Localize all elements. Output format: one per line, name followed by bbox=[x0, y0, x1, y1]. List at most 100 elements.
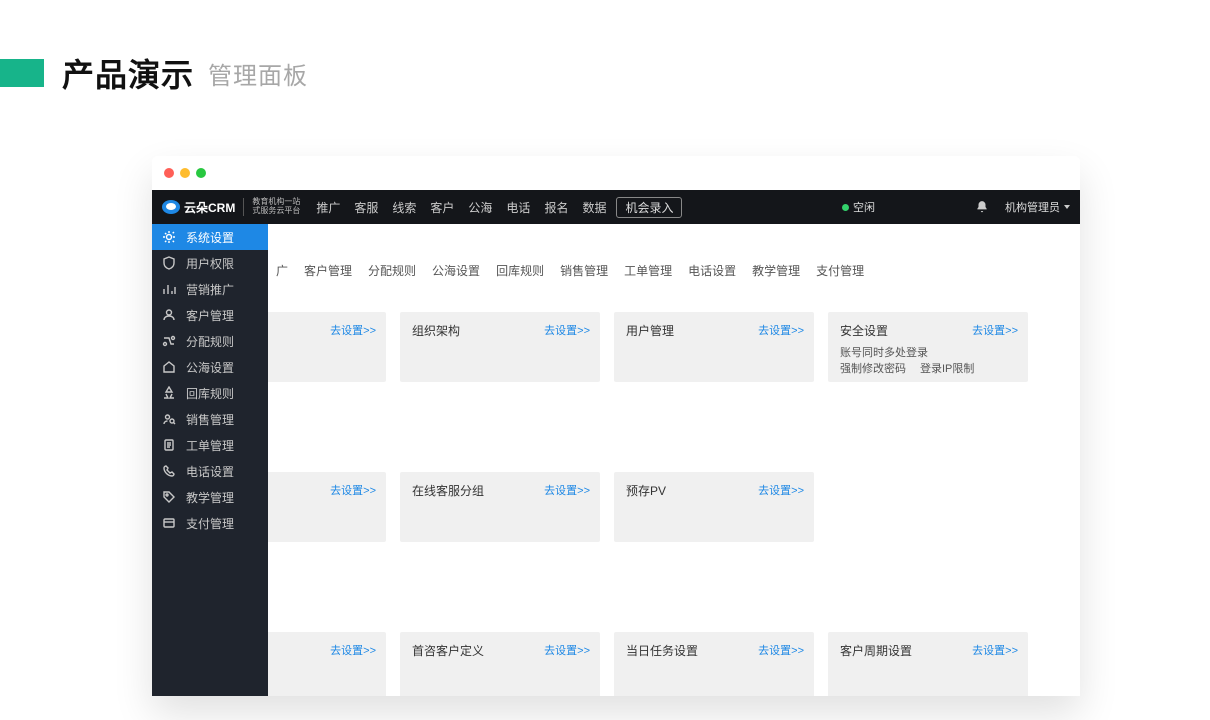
sidebar-item[interactable]: 教学管理 bbox=[152, 484, 268, 510]
logo-brand: 云朵CRM bbox=[184, 199, 235, 216]
sidebar-item[interactable]: 支付管理 bbox=[152, 510, 268, 536]
bell-icon[interactable] bbox=[975, 200, 989, 214]
title-accent-bar bbox=[0, 59, 44, 87]
sidebar-item[interactable]: 电话设置 bbox=[152, 458, 268, 484]
go-settings-link[interactable]: 去设置>> bbox=[544, 322, 590, 338]
allocate-icon bbox=[162, 334, 176, 348]
sidebar-item[interactable]: 分配规则 bbox=[152, 328, 268, 354]
window-titlebar bbox=[152, 156, 1080, 190]
go-settings-link[interactable]: 去设置>> bbox=[758, 322, 804, 338]
tab[interactable]: 教学管理 bbox=[744, 258, 808, 283]
logo[interactable]: 云朵CRM 教育机构一站式服务云平台 bbox=[162, 198, 302, 216]
dot-close[interactable] bbox=[164, 168, 174, 178]
status-indicator: 空闲 bbox=[842, 199, 875, 215]
sidebar-item-label: 回库规则 bbox=[186, 385, 234, 402]
go-settings-link[interactable]: 去设置>> bbox=[972, 322, 1018, 338]
sidebar-item-label: 销售管理 bbox=[186, 411, 234, 428]
topnav-item[interactable]: 公海 bbox=[468, 199, 492, 216]
sidebar-item[interactable]: 销售管理 bbox=[152, 406, 268, 432]
chart-icon bbox=[162, 282, 176, 296]
card-sub-row: 强制修改密码 登录IP限制 bbox=[840, 360, 974, 376]
settings-card: 在线客服分组去设置>> bbox=[400, 472, 600, 542]
slide-title-main: 产品演示 bbox=[62, 50, 194, 96]
role-label: 机构管理员 bbox=[1005, 199, 1060, 215]
chevron-down-icon bbox=[1064, 205, 1070, 209]
topnav-item[interactable]: 客服 bbox=[354, 199, 378, 216]
status-text: 空闲 bbox=[853, 199, 875, 215]
topnav-item[interactable]: 报名 bbox=[544, 199, 568, 216]
recycle-icon bbox=[162, 386, 176, 400]
user-icon bbox=[162, 308, 176, 322]
tab[interactable]: 支付管理 bbox=[808, 258, 872, 283]
go-settings-link[interactable]: 去设置>> bbox=[544, 482, 590, 498]
tab[interactable]: 广 bbox=[268, 258, 296, 283]
topnav-item[interactable]: 客户 bbox=[430, 199, 454, 216]
go-settings-link[interactable]: 去设置>> bbox=[972, 642, 1018, 658]
go-settings-link[interactable]: 去设置>> bbox=[758, 482, 804, 498]
sidebar-item[interactable]: 回库规则 bbox=[152, 380, 268, 406]
person-search-icon bbox=[162, 412, 176, 426]
topnav-item[interactable]: 线索 bbox=[392, 199, 416, 216]
go-settings-link[interactable]: 去设置>> bbox=[330, 322, 376, 338]
settings-card: 去设置>> bbox=[268, 312, 386, 382]
card-sub-item: 强制修改密码 bbox=[840, 363, 906, 375]
sidebar-item-label: 公海设置 bbox=[186, 359, 234, 376]
record-button[interactable]: 机会录入 bbox=[616, 197, 682, 218]
status-dot-icon bbox=[842, 204, 849, 211]
sidebar-item-label: 教学管理 bbox=[186, 489, 234, 506]
card-sub-item: 登录IP限制 bbox=[920, 363, 974, 375]
tab[interactable]: 公海设置 bbox=[424, 258, 488, 283]
topnav-item[interactable]: 数据 bbox=[582, 199, 606, 216]
doc-icon bbox=[162, 438, 176, 452]
sidebar-item-label: 工单管理 bbox=[186, 437, 234, 454]
settings-card: 安全设置去设置>>账号同时多处登录强制修改密码登录IP限制 bbox=[828, 312, 1028, 382]
sidebar-item-label: 电话设置 bbox=[186, 463, 234, 480]
tab[interactable]: 分配规则 bbox=[360, 258, 424, 283]
sidebar-item[interactable]: 用户权限 bbox=[152, 250, 268, 276]
card-sub-item: 账号同时多处登录 bbox=[840, 344, 928, 360]
go-settings-link[interactable]: 去设置>> bbox=[330, 642, 376, 658]
sidebar-item-label: 营销推广 bbox=[186, 281, 234, 298]
sidebar-item[interactable]: 营销推广 bbox=[152, 276, 268, 302]
settings-card: 首咨客户定义去设置>> bbox=[400, 632, 600, 696]
app-window: 云朵CRM 教育机构一站式服务云平台 推广客服线索客户公海电话报名数据 机会录入… bbox=[152, 156, 1080, 696]
tab[interactable]: 电话设置 bbox=[680, 258, 744, 283]
role-dropdown[interactable]: 机构管理员 bbox=[1005, 199, 1070, 215]
shield-icon bbox=[162, 256, 176, 270]
sidebar-item-label: 支付管理 bbox=[186, 515, 234, 532]
dot-minimize[interactable] bbox=[180, 168, 190, 178]
sidebar: 系统设置用户权限营销推广客户管理分配规则公海设置回库规则销售管理工单管理电话设置… bbox=[152, 224, 268, 696]
settings-card: 组织架构去设置>> bbox=[400, 312, 600, 382]
phone-icon bbox=[162, 464, 176, 478]
dot-maximize[interactable] bbox=[196, 168, 206, 178]
sidebar-item-label: 用户权限 bbox=[186, 255, 234, 272]
tag-icon bbox=[162, 490, 176, 504]
tab[interactable]: 工单管理 bbox=[616, 258, 680, 283]
settings-card: 预存PV去设置>> bbox=[614, 472, 814, 542]
settings-icon bbox=[162, 230, 176, 244]
topnav-item[interactable]: 电话 bbox=[506, 199, 530, 216]
sidebar-item[interactable]: 系统设置 bbox=[152, 224, 268, 250]
tab[interactable]: 销售管理 bbox=[552, 258, 616, 283]
topnav-item[interactable]: 推广 bbox=[316, 199, 340, 216]
sidebar-item[interactable]: 客户管理 bbox=[152, 302, 268, 328]
tab[interactable]: 客户管理 bbox=[296, 258, 360, 283]
settings-card: 用户管理去设置>> bbox=[614, 312, 814, 382]
house-icon bbox=[162, 360, 176, 374]
settings-card: 客户周期设置去设置>> bbox=[828, 632, 1028, 696]
top-nav: 云朵CRM 教育机构一站式服务云平台 推广客服线索客户公海电话报名数据 机会录入… bbox=[152, 190, 1080, 224]
go-settings-link[interactable]: 去设置>> bbox=[544, 642, 590, 658]
card-icon bbox=[162, 516, 176, 530]
cloud-icon bbox=[162, 200, 180, 214]
go-settings-link[interactable]: 去设置>> bbox=[758, 642, 804, 658]
sidebar-item-label: 客户管理 bbox=[186, 307, 234, 324]
content-area: 广客户管理分配规则公海设置回库规则销售管理工单管理电话设置教学管理支付管理 去设… bbox=[268, 224, 1080, 696]
sidebar-item[interactable]: 公海设置 bbox=[152, 354, 268, 380]
go-settings-link[interactable]: 去设置>> bbox=[330, 482, 376, 498]
sidebar-item-label: 分配规则 bbox=[186, 333, 234, 350]
tab[interactable]: 回库规则 bbox=[488, 258, 552, 283]
card-grid: 去设置>>组织架构去设置>>用户管理去设置>>安全设置去设置>>账号同时多处登录… bbox=[268, 312, 1066, 696]
settings-card: 去设置>> bbox=[268, 472, 386, 542]
sidebar-item[interactable]: 工单管理 bbox=[152, 432, 268, 458]
logo-tagline: 教育机构一站式服务云平台 bbox=[252, 198, 302, 216]
